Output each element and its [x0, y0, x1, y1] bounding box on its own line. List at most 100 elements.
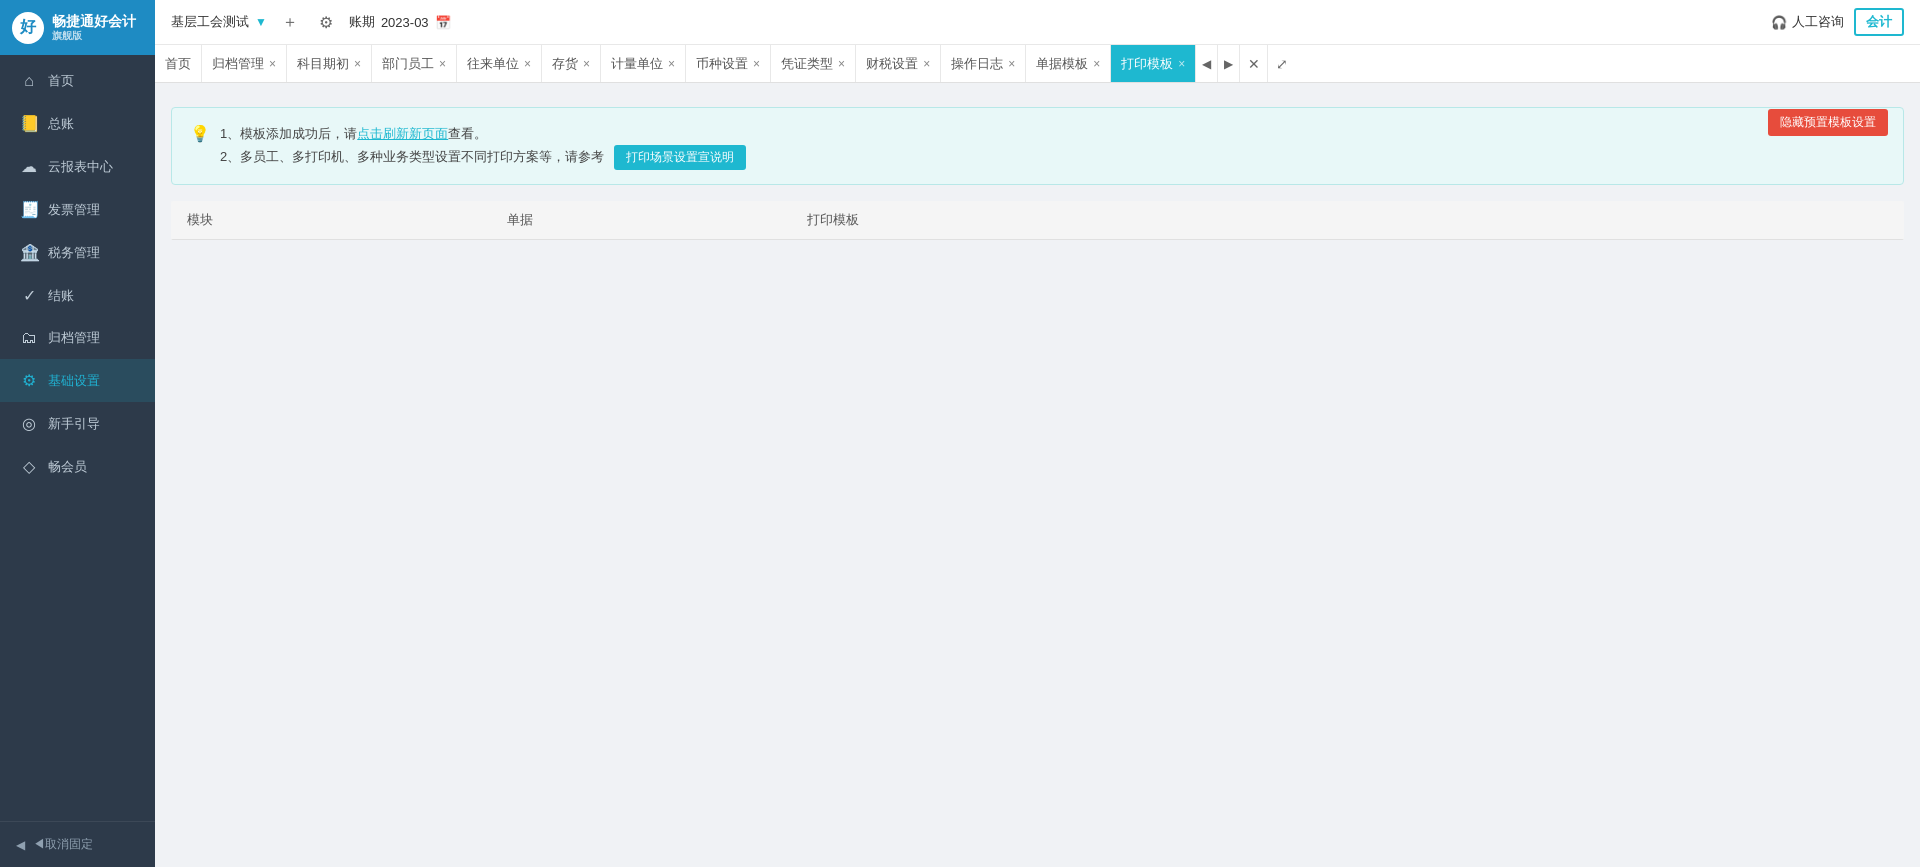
sidebar-item-general-ledger[interactable]: 📒 总账: [0, 102, 155, 145]
tab-label-home: 首页: [165, 55, 191, 73]
tab-dept-staff[interactable]: 部门员工 ×: [372, 45, 457, 83]
sidebar-icon-invoice: 🧾: [20, 200, 38, 219]
tab-close-dept-staff[interactable]: ×: [439, 57, 446, 71]
col-print-template: 打印模板: [791, 201, 1904, 239]
tab-close-counterparty[interactable]: ×: [524, 57, 531, 71]
tab-unit[interactable]: 计量单位 ×: [601, 45, 686, 83]
print-scene-button[interactable]: 打印场景设置宣说明: [614, 145, 746, 170]
data-table: 模块 单据 打印模板: [171, 201, 1904, 240]
tab-close-tax-settings[interactable]: ×: [923, 57, 930, 71]
unpin-icon: ◀: [16, 838, 25, 852]
kuaiji-button[interactable]: 会计: [1854, 8, 1904, 36]
top-header: 基层工会测试 ▼ ＋ ⚙ 账期 2023-03 📅 🎧 人工咨询 会计: [155, 0, 1920, 45]
notice-content: 1、模板添加成功后，请点击刷新新页面查看。 2、多员工、多打印机、多种业务类型设…: [220, 122, 1885, 170]
sidebar-label-basic-settings: 基础设置: [48, 372, 100, 390]
sidebar-item-closing[interactable]: ✓ 结账: [0, 274, 155, 317]
hide-preview-button[interactable]: 隐藏预置模板设置: [1768, 109, 1888, 136]
tab-operation-log[interactable]: 操作日志 ×: [941, 45, 1026, 83]
logo-text: 畅捷通好会计 旗舰版: [52, 13, 136, 42]
sidebar-item-guide[interactable]: ◎ 新手引导: [0, 402, 155, 445]
add-tab-button[interactable]: ＋: [277, 9, 303, 35]
sidebar-label-invoice: 发票管理: [48, 201, 100, 219]
tab-label-currency: 币种设置: [696, 55, 748, 73]
notice-icon: 💡: [190, 124, 210, 143]
tab-bar: 首页归档管理 ×科目期初 ×部门员工 ×往来单位 ×存货 ×计量单位 ×币种设置…: [155, 45, 1920, 83]
tab-subject-period[interactable]: 科目期初 ×: [287, 45, 372, 83]
tab-label-voucher-type: 凭证类型: [781, 55, 833, 73]
kuaiji-label: 会计: [1866, 14, 1892, 29]
notice-line2-prefix: 2、多员工、多打印机、多种业务类型设置不同打印方案等，请参考: [220, 149, 604, 164]
sidebar-label-guide: 新手引导: [48, 415, 100, 433]
content-area: 隐藏预置模板设置 💡 1、模板添加成功后，请点击刷新新页面查看。 2、多员工、多…: [155, 83, 1920, 867]
sidebar-label-reports: 云报表中心: [48, 158, 113, 176]
sidebar-icon-closing: ✓: [20, 286, 38, 305]
sidebar-item-invoice[interactable]: 🧾 发票管理: [0, 188, 155, 231]
header-right: 🎧 人工咨询 会计: [1771, 8, 1904, 36]
tab-label-inventory: 存货: [552, 55, 578, 73]
logo-icon: 好: [12, 12, 44, 44]
notice-line1-link[interactable]: 点击刷新新页面: [357, 126, 448, 141]
sidebar-label-closing: 结账: [48, 287, 74, 305]
sidebar-item-member[interactable]: ◇畅会员: [0, 445, 155, 488]
tab-close-print-template[interactable]: ×: [1178, 57, 1185, 71]
tab-counterparty[interactable]: 往来单位 ×: [457, 45, 542, 83]
tab-label-subject-period: 科目期初: [297, 55, 349, 73]
tab-label-unit: 计量单位: [611, 55, 663, 73]
tab-close-all[interactable]: ✕: [1240, 45, 1268, 83]
tab-label-dept-staff: 部门员工: [382, 55, 434, 73]
sidebar-icon-reports: ☁: [20, 157, 38, 176]
sidebar-icon-home: ⌂: [20, 72, 38, 90]
tab-close-operation-log[interactable]: ×: [1008, 57, 1015, 71]
tab-close-single-template[interactable]: ×: [1093, 57, 1100, 71]
sidebar-item-basic-settings[interactable]: ⚙ 基础设置: [0, 359, 155, 402]
tab-print-template[interactable]: 打印模板 ×: [1111, 45, 1196, 83]
table-header: 模块 单据 打印模板: [171, 201, 1904, 240]
content-wrapper: 隐藏预置模板设置 💡 1、模板添加成功后，请点击刷新新页面查看。 2、多员工、多…: [171, 99, 1904, 240]
tab-single-template[interactable]: 单据模板 ×: [1026, 45, 1111, 83]
tab-close-subject-period[interactable]: ×: [354, 57, 361, 71]
col-document: 单据: [491, 201, 791, 239]
tab-close-archive-mgr[interactable]: ×: [269, 57, 276, 71]
sidebar-logo: 好 畅捷通好会计 旗舰版: [0, 0, 155, 55]
service-label: 人工咨询: [1792, 13, 1844, 31]
tab-close-currency[interactable]: ×: [753, 57, 760, 71]
tab-close-unit[interactable]: ×: [668, 57, 675, 71]
sidebar-item-reports[interactable]: ☁ 云报表中心: [0, 145, 155, 188]
sidebar-item-archive[interactable]: 🗂归档管理: [0, 317, 155, 359]
tab-tax-settings[interactable]: 财税设置 ×: [856, 45, 941, 83]
sidebar-item-home[interactable]: ⌂首页: [0, 60, 155, 102]
tab-currency[interactable]: 币种设置 ×: [686, 45, 771, 83]
calendar-icon[interactable]: 📅: [435, 15, 451, 30]
tab-close-voucher-type[interactable]: ×: [838, 57, 845, 71]
tab-inventory[interactable]: 存货 ×: [542, 45, 601, 83]
company-selector[interactable]: 基层工会测试 ▼: [171, 13, 267, 31]
company-dropdown-icon: ▼: [255, 15, 267, 29]
unpin-button[interactable]: ◀ ◀取消固定: [0, 821, 155, 867]
sidebar-label-tax: 税务管理: [48, 244, 100, 262]
period-info: 账期 2023-03 📅: [349, 13, 451, 31]
tab-voucher-type[interactable]: 凭证类型 ×: [771, 45, 856, 83]
sidebar-label-general-ledger: 总账: [48, 115, 74, 133]
sidebar-item-tax[interactable]: 🏦税务管理: [0, 231, 155, 274]
service-button[interactable]: 🎧 人工咨询: [1771, 13, 1844, 31]
unpin-label: ◀取消固定: [33, 836, 93, 853]
period-label: 账期: [349, 13, 375, 31]
company-name: 基层工会测试: [171, 13, 249, 31]
sidebar-icon-basic-settings: ⚙: [20, 371, 38, 390]
sidebar-icon-guide: ◎: [20, 414, 38, 433]
tab-expand[interactable]: ⤢: [1268, 45, 1296, 83]
notice-line-2: 2、多员工、多打印机、多种业务类型设置不同打印方案等，请参考 打印场景设置宣说明: [220, 145, 1885, 170]
sidebar-icon-archive: 🗂: [20, 329, 38, 347]
headset-icon: 🎧: [1771, 15, 1787, 30]
tab-nav-prev[interactable]: ◀: [1196, 45, 1218, 83]
tab-nav-next[interactable]: ▶: [1218, 45, 1240, 83]
notice-line-1: 1、模板添加成功后，请点击刷新新页面查看。: [220, 122, 1885, 145]
sidebar-icon-general-ledger: 📒: [20, 114, 38, 133]
tab-archive-mgr[interactable]: 归档管理 ×: [202, 45, 287, 83]
notice-box: 💡 1、模板添加成功后，请点击刷新新页面查看。 2、多员工、多打印机、多种业务类…: [171, 107, 1904, 185]
tab-close-inventory[interactable]: ×: [583, 57, 590, 71]
tab-label-print-template: 打印模板: [1121, 55, 1173, 73]
tab-home[interactable]: 首页: [155, 45, 202, 83]
settings-button[interactable]: ⚙: [313, 9, 339, 35]
sidebar-navigation: ⌂首页 📒 总账 ☁ 云报表中心 🧾 发票管理 🏦税务管理 ✓ 结账 🗂归档管理 ⚙ 基础设置 ◎ 新手引导…: [0, 55, 155, 821]
